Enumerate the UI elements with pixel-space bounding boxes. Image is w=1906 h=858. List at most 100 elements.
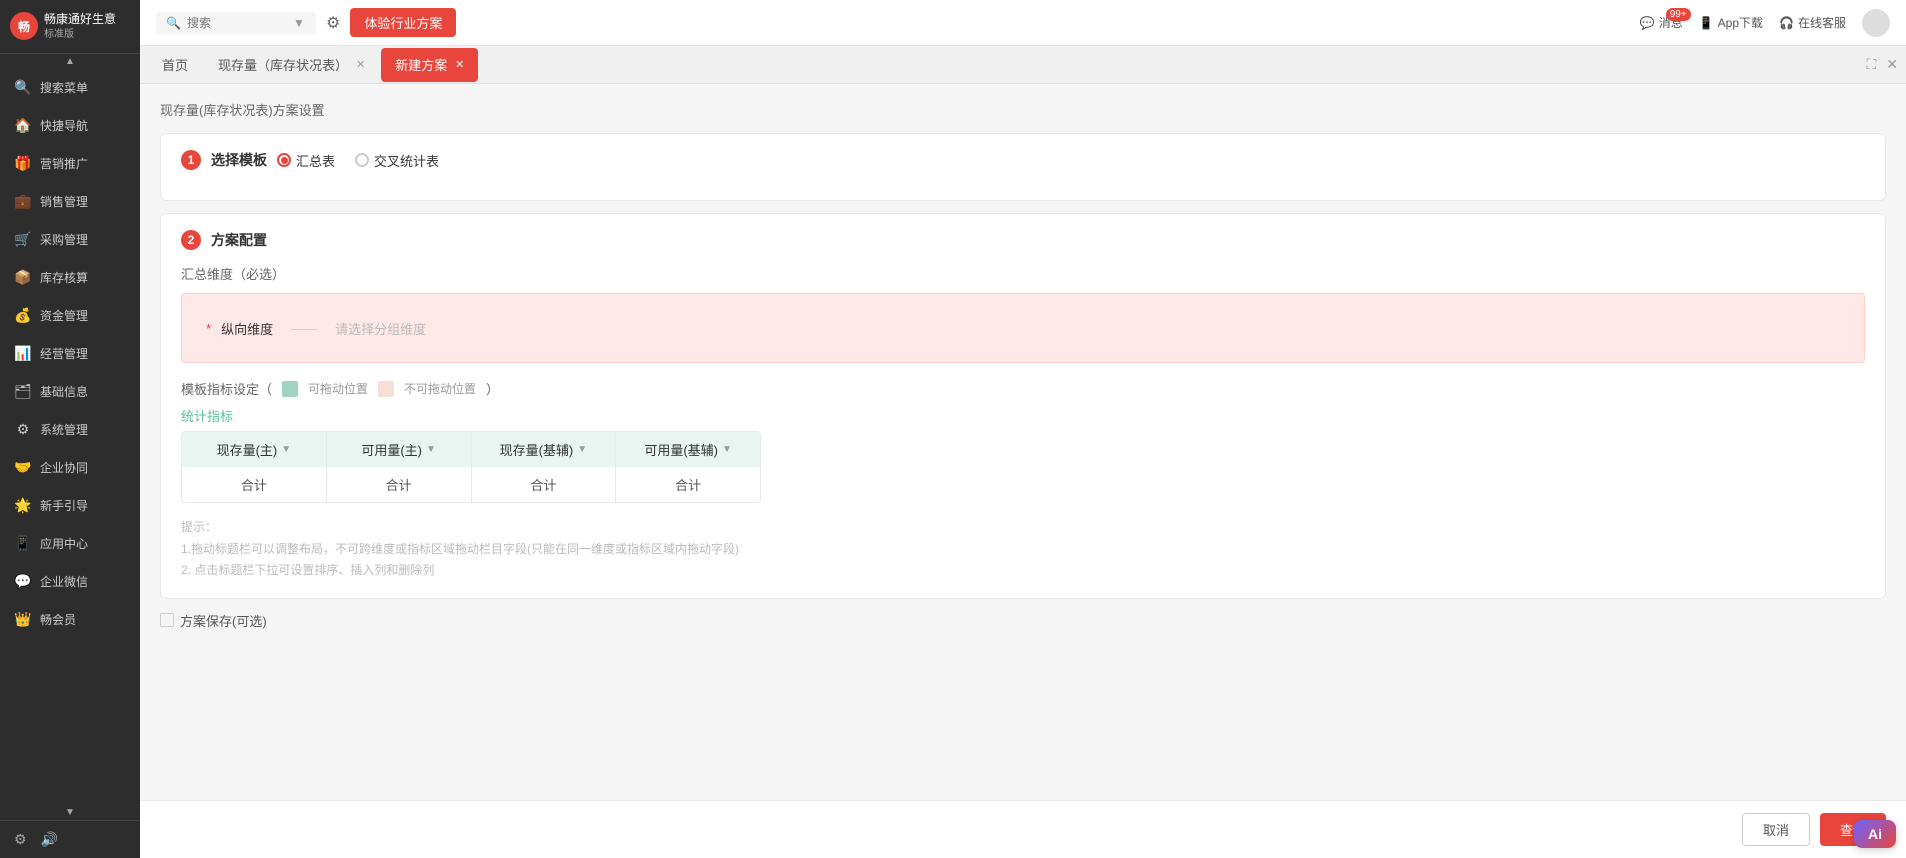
radio-summary[interactable]: 汇总表 [277,151,335,170]
cancel-button[interactable]: 取消 [1742,813,1810,846]
sidebar-scroll-down[interactable]: ▼ [0,805,140,820]
sidebar-item-purchase[interactable]: 🛒 采购管理 [0,221,140,259]
message-button[interactable]: 💬 消息 99+ [1640,14,1683,31]
gear-icon[interactable]: ⚙ [326,13,340,33]
star-icon: 🌟 [14,497,32,515]
sidebar-item-quicknav[interactable]: 🏠 快捷导航 [0,107,140,145]
sidebar-item-finance[interactable]: 💰 资金管理 [0,297,140,335]
sidebar-item-search[interactable]: 🔍 搜索菜单 [0,69,140,107]
tab-new-plan[interactable]: 新建方案 ✕ [381,48,478,82]
save-checkbox[interactable] [160,613,174,627]
col-header-0[interactable]: 现存量(主) ▼ [182,432,327,467]
indicator-label-close-paren: ） [486,379,499,398]
footer: 取消 查询 [140,800,1906,858]
headset-icon: 🎧 [1779,16,1794,30]
col-dropdown-2[interactable]: ▼ [577,444,587,455]
app-download-button[interactable]: 📱 App下载 [1699,14,1763,31]
tab-close-icon[interactable]: ✕ [356,58,365,71]
section-step2: 2 方案配置 汇总维度（必选） * 纵向维度 —— 请选择分组维度 模板指标设定… [160,213,1886,599]
sidebar-item-label: 营销推广 [40,155,88,172]
sidebar-item-system[interactable]: ⚙ 系统管理 [0,411,140,449]
col-body-3: 合计 [616,467,760,502]
draggable-label: 可拖动位置 [308,380,368,397]
col-header-2[interactable]: 现存量(基辅) ▼ [472,432,617,467]
sidebar-item-member[interactable]: 👑 畅会员 [0,601,140,639]
radio-cross[interactable]: 交叉统计表 [355,151,439,170]
sidebar-item-label: 采购管理 [40,231,88,248]
stats-table-body: 合计 合计 合计 合计 [182,467,760,502]
col-header-3[interactable]: 可用量(基辅) ▼ [616,432,760,467]
sidebar-item-label: 企业协同 [40,459,88,476]
tip-item-0: 1.拖动标题栏可以调整布局，不可跨维度或指标区域拖动栏目字段(只能在同一维度或指… [181,539,1865,561]
tab-home[interactable]: 首页 [148,48,202,82]
sidebar-item-operation[interactable]: 📊 经营管理 [0,335,140,373]
tip-item-1: 2. 点击标题栏下拉可设置排序、插入列和删除列 [181,560,1865,582]
chart-icon: 📊 [14,345,32,363]
sidebar-item-wechat[interactable]: 💬 企业微信 [0,563,140,601]
phone-icon: 📱 [1699,16,1714,30]
col-dropdown-1[interactable]: ▼ [426,444,436,455]
step1-title: 选择模板 [211,150,267,170]
dropdown-icon[interactable]: ▼ [293,16,305,30]
chat-icon: 💬 [14,573,32,591]
dimension-placeholder-text: 请选择分组维度 [335,319,426,338]
mobile-icon: 📱 [14,535,32,553]
save-option-label: 方案保存(可选) [180,611,267,630]
crown-icon: 👑 [14,611,32,629]
home-icon: 🏠 [14,117,32,135]
search-input[interactable] [187,16,287,30]
sidebar-item-basic[interactable]: 🗂 基础信息 [0,373,140,411]
indicator-label-text: 模板指标设定（ [181,379,272,398]
col-dropdown-0[interactable]: ▼ [281,444,291,455]
draggable-badge [282,381,298,397]
ai-badge[interactable]: Ai [1854,820,1896,848]
sidebar-item-apps[interactable]: 📱 应用中心 [0,525,140,563]
topbar-right: 💬 消息 99+ 📱 App下载 🎧 在线客服 [1640,9,1890,37]
sidebar-bottom: ⚙ 🔊 [0,820,140,858]
tab-inventory-status[interactable]: 现存量（库存状况表） ✕ [204,48,379,82]
sidebar-item-cooperation[interactable]: 🤝 企业协同 [0,449,140,487]
money-icon: 💰 [14,307,32,325]
sidebar-item-label: 经营管理 [40,345,88,362]
settings-icon[interactable]: ⚙ [14,831,27,848]
stats-title: 统计指标 [181,406,1865,425]
summary-dimension-label: 汇总维度（必选） [181,264,1865,283]
sidebar-item-label: 快捷导航 [40,117,88,134]
col-header-1[interactable]: 可用量(主) ▼ [327,432,472,467]
sidebar-item-newguide[interactable]: 🌟 新手引导 [0,487,140,525]
online-service-button[interactable]: 🎧 在线客服 [1779,14,1846,31]
step2-title: 方案配置 [211,230,267,250]
main-area: 🔍 ▼ ⚙ 体验行业方案 💬 消息 99+ 📱 App下载 🎧 在线客服 [140,0,1906,858]
tab-maximize-icon[interactable]: ⛶ [1866,56,1876,73]
required-mark: * [206,321,211,336]
tips-section: 提示： 1.拖动标题栏可以调整布局，不可跨维度或指标区域拖动栏目字段(只能在同一… [181,517,1865,582]
industry-plan-button[interactable]: 体验行业方案 [350,8,456,37]
volume-icon[interactable]: 🔊 [41,831,58,848]
undraggable-badge [378,381,394,397]
sidebar-item-sales[interactable]: 💼 销售管理 [0,183,140,221]
page-title: 现存量(库存状况表)方案设置 [160,100,1886,119]
dimension-box[interactable]: * 纵向维度 —— 请选择分组维度 [181,293,1865,363]
save-option[interactable]: 方案保存(可选) [160,611,1886,630]
sidebar-item-inventory[interactable]: 📦 库存核算 [0,259,140,297]
tips-title: 提示： [181,520,217,534]
col-body-2: 合计 [472,467,617,502]
tab-close-all-icon[interactable]: ✕ [1886,56,1898,73]
indicator-settings: 模板指标设定（ 可拖动位置 不可拖动位置 ） [181,379,1865,398]
sidebar-item-label: 基础信息 [40,383,88,400]
col-dropdown-3[interactable]: ▼ [722,444,732,455]
sidebar-item-label: 销售管理 [40,193,88,210]
logo-text: 畅康通好生意 标准版 [44,12,116,41]
user-avatar[interactable] [1862,9,1890,37]
search-icon: 🔍 [166,16,181,30]
sidebar-scroll-up[interactable]: ▲ [0,54,140,69]
col-body-1: 合计 [327,467,472,502]
tab-close-active-icon[interactable]: ✕ [455,58,464,71]
sidebar-item-marketing[interactable]: 🎁 营销推广 [0,145,140,183]
sidebar-item-label: 新手引导 [40,497,88,514]
col-body-0: 合计 [182,467,327,502]
topbar: 🔍 ▼ ⚙ 体验行业方案 💬 消息 99+ 📱 App下载 🎧 在线客服 [140,0,1906,46]
stats-section: 统计指标 现存量(主) ▼ 可用量(主) ▼ [181,406,1865,503]
box-icon: 📦 [14,269,32,287]
radio-circle-cross [355,153,369,167]
